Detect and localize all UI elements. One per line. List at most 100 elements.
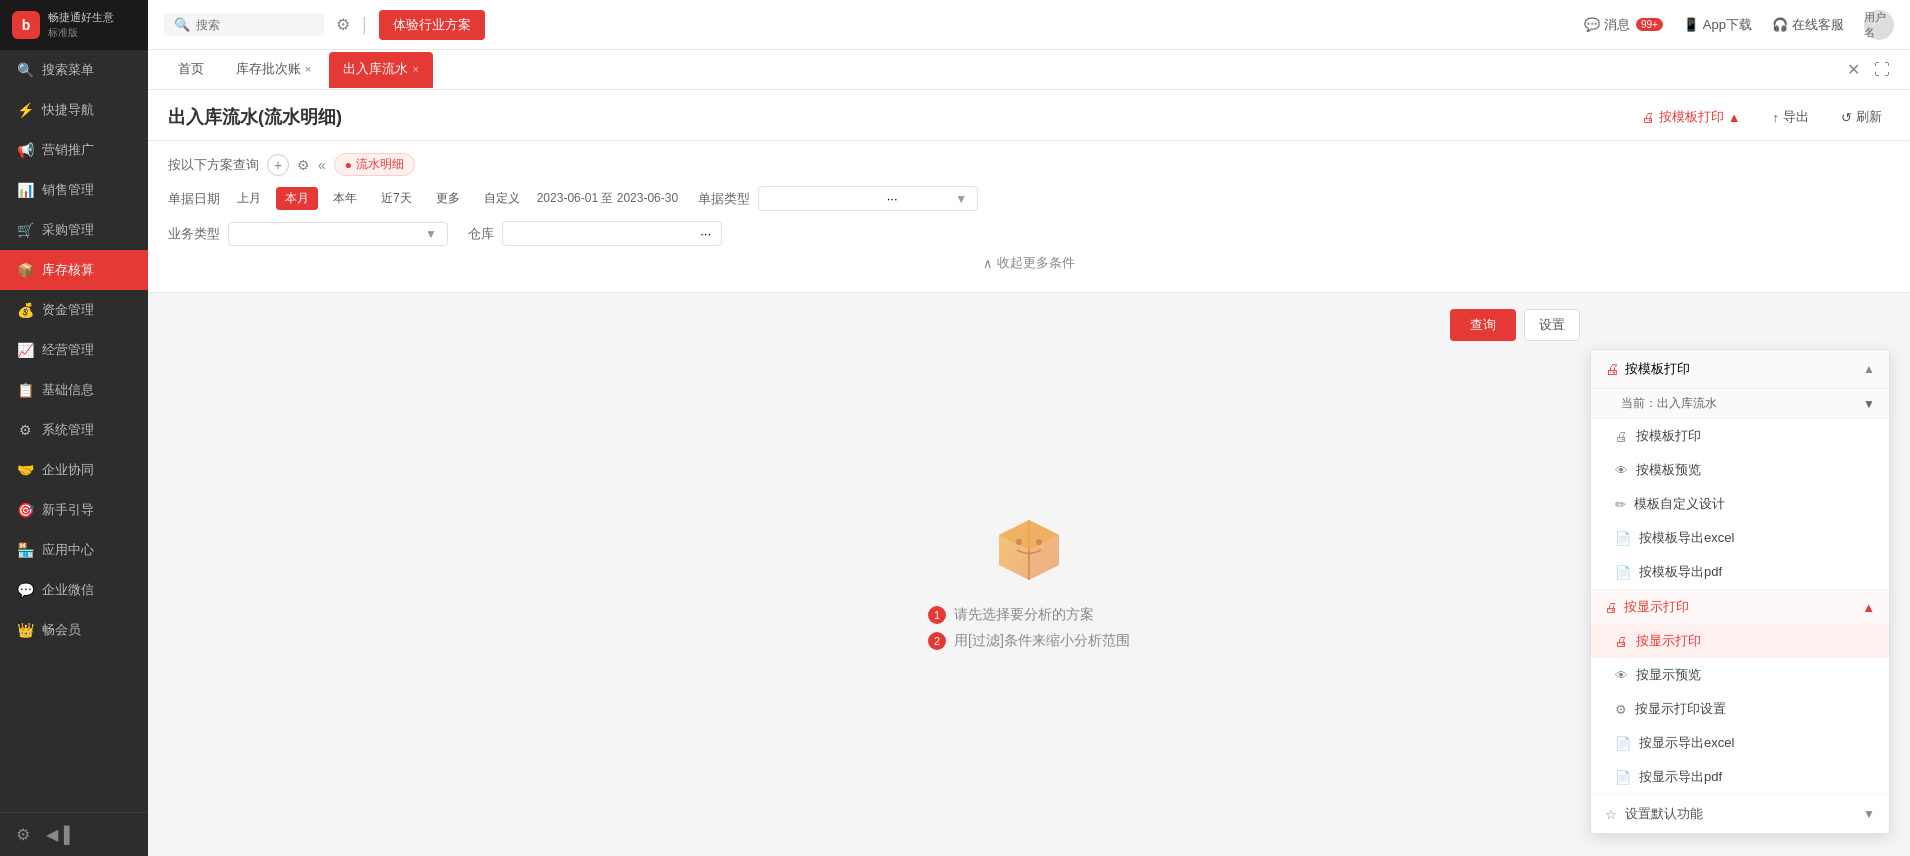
template-export-excel-item[interactable]: 📄 按模板导出excel [1591,521,1889,555]
sidebar-item-enterprise[interactable]: 🤝企业协同 [0,450,148,490]
display-print-icon: 🖨 [1615,634,1628,649]
filter-collapse-icon[interactable]: « [318,157,326,173]
business-type-select[interactable]: ▼ [228,222,448,246]
template-section: 🖨 按模板打印 👁 按模板预览 ✏ 模板自定义设计 📄 按模板导出excel 📄 [1591,419,1889,590]
date-filter-buttons: 上月本月本年近7天更多自定义 [228,187,529,210]
search-icon: 🔍 [16,62,34,78]
sidebar-item-label-appstore: 应用中心 [42,541,94,559]
settings-button[interactable]: 设置 [1524,309,1580,341]
topbar: 🔍 ⚙ | 体验行业方案 💬 消息 99+ 📱 App下载 🎧 在线客服 用户名 [148,0,1910,50]
date-filter-field: 单据日期 上月本月本年近7天更多自定义 2023-06-01 至 2023-06… [168,187,678,210]
date-filter-label: 单据日期 [168,190,220,208]
filter-settings-icon[interactable]: ⚙ [297,157,310,173]
sidebar-item-finance[interactable]: 💰资金管理 [0,290,148,330]
date-btn-更多[interactable]: 更多 [427,187,469,210]
dropdown-header-arrow-icon[interactable]: ▲ [1863,362,1875,376]
date-btn-近7天[interactable]: 近7天 [372,187,421,210]
app-logo-icon: b [12,11,40,39]
template-print-item[interactable]: 🖨 按模板打印 [1591,419,1889,453]
empty-box-icon [984,500,1074,590]
app-download-button[interactable]: 📱 App下载 [1683,16,1752,34]
display-print-section-header[interactable]: 🖨 按显示打印 ▲ [1591,590,1889,624]
sidebar-item-purchase[interactable]: 🛒采购管理 [0,210,148,250]
topbar-gear-icon[interactable]: ⚙ [336,15,350,34]
tab-home[interactable]: 首页 [164,52,218,88]
sidebar-item-sales[interactable]: 📊销售管理 [0,170,148,210]
display-preview-item[interactable]: 👁 按显示预览 [1591,658,1889,692]
sidebar-item-inventory[interactable]: 📦库存核算 [0,250,148,290]
sidebar-item-wechat[interactable]: 💬企业微信 [0,570,148,610]
guide-icon: 🎯 [16,502,34,518]
sidebar-item-label-enterprise: 企业协同 [42,461,94,479]
sidebar-item-member[interactable]: 👑畅会员 [0,610,148,650]
set-default-button[interactable]: ☆ 设置默认功能 ▼ [1591,795,1889,833]
export-button[interactable]: ↑ 导出 [1765,104,1818,130]
wechat-icon: 💬 [16,582,34,598]
message-icon: 💬 [1584,17,1600,32]
warehouse-more-icon: ··· [700,226,711,241]
trial-button[interactable]: 体验行业方案 [379,10,485,40]
tab-flow[interactable]: 出入库流水× [329,52,432,88]
business-type-field: 业务类型 ▼ [168,222,448,246]
tab-close-all-button[interactable]: ✕ [1843,56,1864,83]
sidebar-settings-icon[interactable]: ⚙ [16,825,30,844]
inventory-icon: 📦 [16,262,34,278]
search-input[interactable] [196,18,314,32]
template-export-pdf-item[interactable]: 📄 按模板导出pdf [1591,555,1889,589]
display-print-header-icon: 🖨 [1605,600,1618,615]
filter-row-1: 单据日期 上月本月本年近7天更多自定义 2023-06-01 至 2023-06… [168,186,1890,211]
tab-close-flow[interactable]: × [412,63,418,75]
active-filter-chip[interactable]: ● 流水明细 [334,153,415,176]
template-custom-item[interactable]: ✏ 模板自定义设计 [1591,487,1889,521]
sidebar-item-basic[interactable]: 📋基础信息 [0,370,148,410]
query-button[interactable]: 查询 [1450,309,1516,341]
finance-icon: 💰 [16,302,34,318]
display-export-pdf-item[interactable]: 📄 按显示导出pdf [1591,760,1889,794]
display-print-item[interactable]: 🖨 按显示打印 [1591,624,1889,658]
tab-label-home: 首页 [178,60,204,78]
date-btn-上月[interactable]: 上月 [228,187,270,210]
sidebar-item-marketing[interactable]: 📢营销推广 [0,130,148,170]
tab-minimize-button[interactable]: ⛶ [1870,56,1894,83]
app-edition: 标准版 [48,26,114,40]
bill-type-select[interactable]: ··· ▼ [758,186,978,211]
sidebar-item-operations[interactable]: 📈经营管理 [0,330,148,370]
date-btn-本年[interactable]: 本年 [324,187,366,210]
chevron-up-icon2: ∧ [983,256,993,271]
bill-type-filter-field: 单据类型 ··· ▼ [698,186,978,211]
template-preview-item[interactable]: 👁 按模板预览 [1591,453,1889,487]
chevron-up-icon: ▲ [1728,110,1741,125]
display-export-excel-item[interactable]: 📄 按显示导出excel [1591,726,1889,760]
sidebar-item-label-sales: 销售管理 [42,181,94,199]
sidebar-item-label-quick-nav: 快捷导航 [42,101,94,119]
sidebar-item-system[interactable]: ⚙系统管理 [0,410,148,450]
print-template-button[interactable]: 🖨 按模板打印 ▲ [1634,104,1749,130]
display-section: 🖨 按显示打印 👁 按显示预览 ⚙ 按显示打印设置 📄 按显示导出excel 📄 [1591,624,1889,795]
refresh-button[interactable]: ↺ 刷新 [1833,104,1890,130]
display-settings-item[interactable]: ⚙ 按显示打印设置 [1591,692,1889,726]
current-template-arrow: ▼ [1863,397,1875,411]
message-button[interactable]: 💬 消息 99+ [1584,16,1663,34]
sidebar-item-quick-nav[interactable]: ⚡快捷导航 [0,90,148,130]
sidebar-logo: b 畅捷通好生意 标准版 [0,0,148,50]
user-avatar[interactable]: 用户名 [1864,10,1894,40]
sidebar-item-label-search: 搜索菜单 [42,61,94,79]
marketing-icon: 📢 [16,142,34,158]
date-btn-本月[interactable]: 本月 [276,187,318,210]
collapse-more-button[interactable]: ∧ 收起更多条件 [168,246,1890,280]
sidebar-collapse-icon[interactable]: ◀▐ [46,825,69,844]
topbar-search-container: 🔍 [164,13,324,36]
print-icon: 🖨 [1642,110,1655,125]
sidebar-item-guide[interactable]: 🎯新手引导 [0,490,148,530]
date-btn-自定义[interactable]: 自定义 [475,187,529,210]
print-dropdown-panel: 🖨 按模板打印 ▲ 当前：出入库流水 ▼ 🖨 按模板打印 👁 按模板预览 [1590,349,1890,834]
tab-batch-account[interactable]: 库存批次账× [222,52,325,88]
customer-service-button[interactable]: 🎧 在线客服 [1772,16,1844,34]
sidebar-item-appstore[interactable]: 🏪应用中心 [0,530,148,570]
operations-icon: 📈 [16,342,34,358]
svg-point-4 [1016,539,1022,545]
filter-add-button[interactable]: + [267,154,289,176]
tab-close-batch-account[interactable]: × [305,63,311,75]
warehouse-select[interactable]: ··· [502,221,722,246]
sidebar-item-search[interactable]: 🔍 搜索菜单 [0,50,148,90]
